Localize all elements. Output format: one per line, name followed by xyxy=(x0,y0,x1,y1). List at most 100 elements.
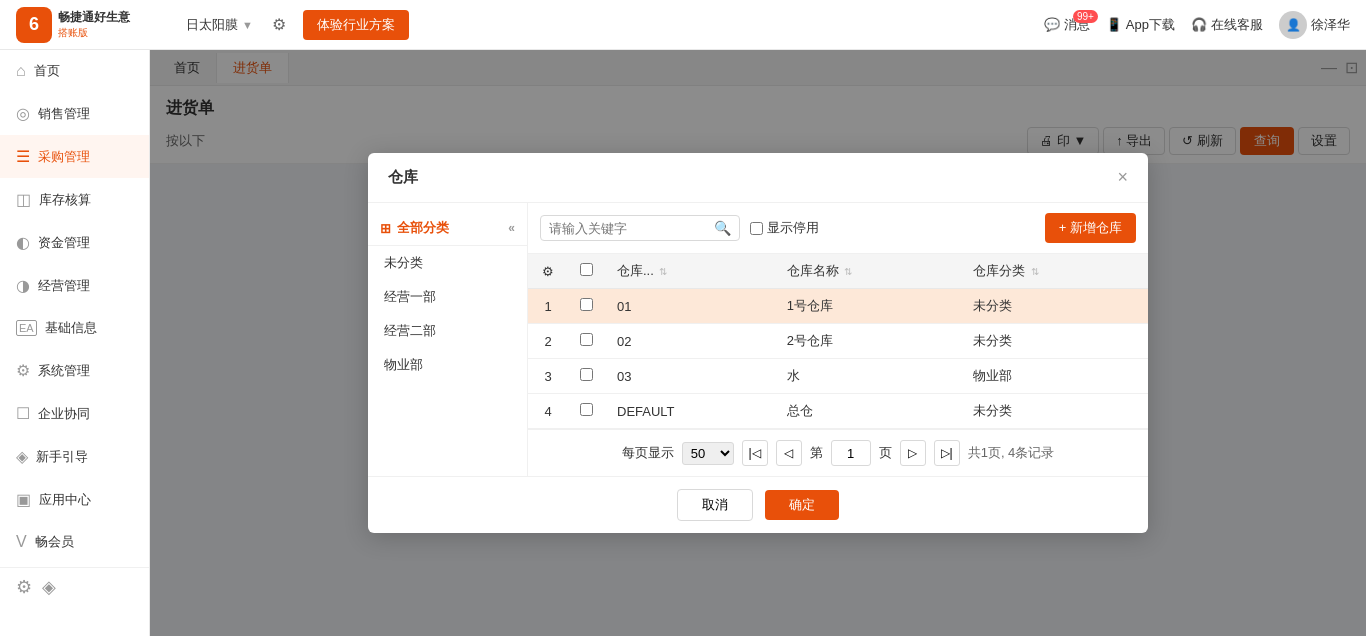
last-page-button[interactable]: ▷| xyxy=(934,440,960,466)
sidebar-speaker-icon[interactable]: ◈ xyxy=(42,576,56,598)
cat-all-item[interactable]: ⊞ 全部分类 « xyxy=(368,211,527,246)
page-size-dropdown[interactable]: 50 10 20 100 xyxy=(682,442,734,465)
sidebar-item-finance[interactable]: ◐ 资金管理 xyxy=(0,221,149,264)
sidebar-item-purchase[interactable]: ☰ 采购管理 xyxy=(0,135,149,178)
show-disabled-label[interactable]: 显示停用 xyxy=(750,219,819,237)
row-category-1: 未分类 xyxy=(961,289,1148,324)
user-name: 徐泽华 xyxy=(1311,16,1350,34)
sales-icon: ◎ xyxy=(16,104,30,123)
cat-item-uncat[interactable]: 未分类 xyxy=(368,246,527,280)
main-content: 首页 进货单 — ⊡ 进货单 按以下 🖨 印 ▼ ↑ 导出 ↺ 刷新 查询 设置 xyxy=(150,50,1366,636)
col-checkbox xyxy=(568,254,605,289)
row-name-1: 1号仓库 xyxy=(775,289,962,324)
sidebar-item-enterprise[interactable]: ☐ 企业协同 xyxy=(0,392,149,435)
sidebar-item-system[interactable]: ⚙ 系统管理 xyxy=(0,349,149,392)
total-info: 共1页, 4条记录 xyxy=(968,444,1055,462)
show-disabled-checkbox[interactable] xyxy=(750,222,763,235)
col-settings: ⚙ xyxy=(528,254,568,289)
table-area: 🔍 显示停用 + 新增仓库 xyxy=(528,203,1148,476)
cancel-button[interactable]: 取消 xyxy=(677,489,753,521)
guide-icon: ◈ xyxy=(16,447,28,466)
row-checkbox-4[interactable] xyxy=(568,394,605,429)
confirm-button[interactable]: 确定 xyxy=(765,490,839,520)
search-box: 🔍 xyxy=(540,215,740,241)
cat-item-dept1[interactable]: 经营一部 xyxy=(368,280,527,314)
table-row[interactable]: 1 01 1号仓库 未分类 xyxy=(528,289,1148,324)
table-row[interactable]: 2 02 2号仓库 未分类 xyxy=(528,324,1148,359)
modal-close-button[interactable]: × xyxy=(1117,167,1128,188)
cat-label-uncat: 未分类 xyxy=(384,254,423,272)
row-code-4: DEFAULT xyxy=(605,394,775,429)
col-name-sort: ⇅ xyxy=(844,266,852,277)
col-category-label: 仓库分类 xyxy=(973,263,1025,278)
sidebar-item-basic[interactable]: EA 基础信息 xyxy=(0,307,149,349)
sidebar-item-inventory[interactable]: ◫ 库存核算 xyxy=(0,178,149,221)
app-header: 6 畅捷通好生意 搭账版 日太阳膜 ▼ ⚙ 体验行业方案 💬 消息 99+ 📱 … xyxy=(0,0,1366,50)
logo: 6 畅捷通好生意 搭账版 xyxy=(16,7,166,43)
page-label: 第 xyxy=(810,444,823,462)
basic-icon: EA xyxy=(16,320,37,336)
sidebar-label-member: 畅会员 xyxy=(35,533,74,551)
first-page-button[interactable]: |◁ xyxy=(742,440,768,466)
sidebar-item-sales[interactable]: ◎ 销售管理 xyxy=(0,92,149,135)
add-warehouse-button[interactable]: + 新增仓库 xyxy=(1045,213,1136,243)
table-row[interactable]: 4 DEFAULT 总仓 未分类 xyxy=(528,394,1148,429)
select-all-checkbox[interactable] xyxy=(580,263,593,276)
row-checkbox-3[interactable] xyxy=(568,359,605,394)
online-service[interactable]: 🎧 在线客服 xyxy=(1191,16,1263,34)
appstore-icon: ▣ xyxy=(16,490,31,509)
page-number-input[interactable] xyxy=(831,440,871,466)
sidebar-label-basic: 基础信息 xyxy=(45,319,97,337)
table-row[interactable]: 3 03 水 物业部 xyxy=(528,359,1148,394)
cat-collapse-icon[interactable]: « xyxy=(508,221,515,235)
row-category-4: 未分类 xyxy=(961,394,1148,429)
sidebar-item-guide[interactable]: ◈ 新手引导 xyxy=(0,435,149,478)
grid-icon: ⊞ xyxy=(380,221,391,236)
enterprise-icon: ☐ xyxy=(16,404,30,423)
user-menu[interactable]: 👤 徐泽华 xyxy=(1279,11,1350,39)
row-settings-3: 3 xyxy=(528,359,568,394)
col-name-label: 仓库名称 xyxy=(787,263,839,278)
sidebar-footer: ⚙ ◈ xyxy=(0,567,149,606)
row-checkbox-1[interactable] xyxy=(568,289,605,324)
app-download[interactable]: 📱 App下载 xyxy=(1106,16,1175,34)
cat-label-dept1: 经营一部 xyxy=(384,288,436,306)
search-input[interactable] xyxy=(549,221,714,236)
store-name: 日太阳膜 xyxy=(186,16,238,34)
sidebar-settings-icon[interactable]: ⚙ xyxy=(16,576,32,598)
cat-item-dept2[interactable]: 经营二部 xyxy=(368,314,527,348)
page-size-select: 50 10 20 100 xyxy=(682,442,734,465)
search-icon: 🔍 xyxy=(714,220,731,236)
cat-label-property: 物业部 xyxy=(384,356,423,374)
sidebar-item-home[interactable]: ⌂ 首页 xyxy=(0,50,149,92)
prev-page-button[interactable]: ◁ xyxy=(776,440,802,466)
col-code-sort: ⇅ xyxy=(659,266,667,277)
col-code: 仓库... ⇅ xyxy=(605,254,775,289)
logo-title: 畅捷通好生意 xyxy=(58,9,130,26)
row-settings-1: 1 xyxy=(528,289,568,324)
cat-item-property[interactable]: 物业部 xyxy=(368,348,527,382)
modal-body: ⊞ 全部分类 « 未分类 经营一部 经营二部 xyxy=(368,203,1148,476)
message-icon: 💬 xyxy=(1044,17,1060,32)
next-page-button[interactable]: ▷ xyxy=(900,440,926,466)
header-right: 💬 消息 99+ 📱 App下载 🎧 在线客服 👤 徐泽华 xyxy=(1044,11,1350,39)
col-name: 仓库名称 ⇅ xyxy=(775,254,962,289)
sidebar-item-operation[interactable]: ◑ 经营管理 xyxy=(0,264,149,307)
trial-button[interactable]: 体验行业方案 xyxy=(303,10,409,40)
sidebar-item-member[interactable]: V 畅会员 xyxy=(0,521,149,563)
store-selector[interactable]: 日太阳膜 ▼ xyxy=(176,12,263,38)
store-dropdown-arrow: ▼ xyxy=(242,19,253,31)
row-checkbox-2[interactable] xyxy=(568,324,605,359)
settings-icon[interactable]: ⚙ xyxy=(263,9,295,41)
notifications[interactable]: 💬 消息 99+ xyxy=(1044,16,1090,34)
page-unit: 页 xyxy=(879,444,892,462)
row-settings-2: 2 xyxy=(528,324,568,359)
row-category-2: 未分类 xyxy=(961,324,1148,359)
warehouse-table: ⚙ 仓库... ⇅ 仓库名称 ⇅ xyxy=(528,254,1148,429)
row-settings-4: 4 xyxy=(528,394,568,429)
row-code-3: 03 xyxy=(605,359,775,394)
col-code-label: 仓库... xyxy=(617,263,654,278)
data-table: ⚙ 仓库... ⇅ 仓库名称 ⇅ xyxy=(528,254,1148,429)
sidebar-item-appstore[interactable]: ▣ 应用中心 xyxy=(0,478,149,521)
logo-icon: 6 xyxy=(16,7,52,43)
